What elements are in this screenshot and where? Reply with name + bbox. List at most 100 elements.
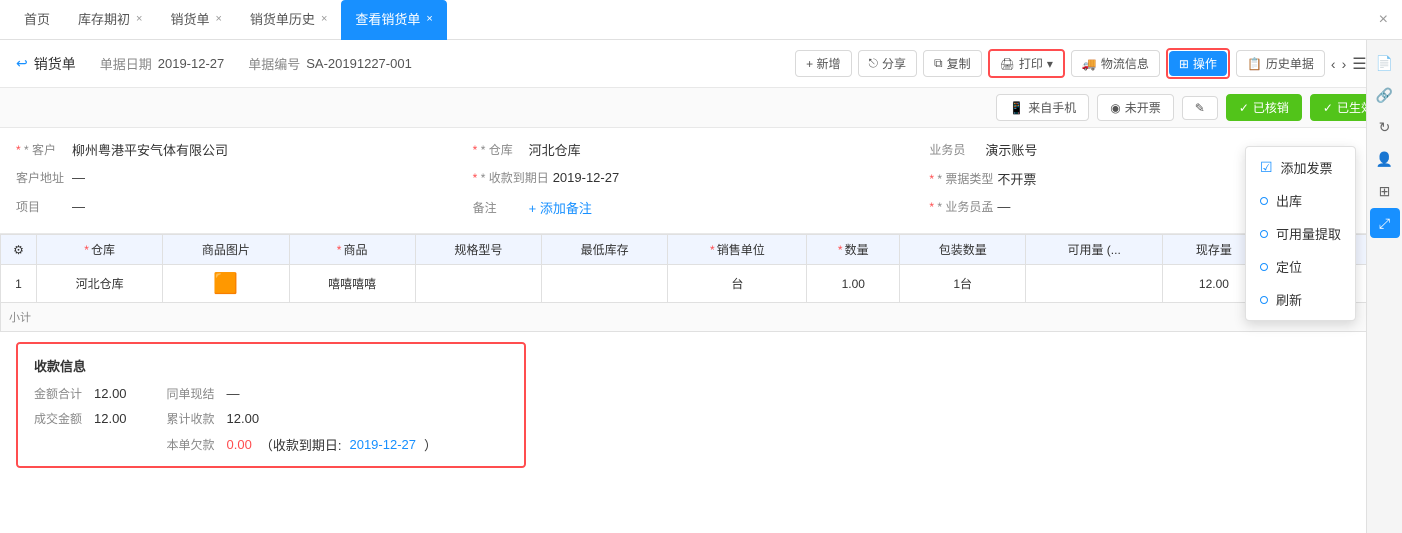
col-available: 可用量 (... xyxy=(1026,235,1163,265)
payment-overdue-row: 本单欠款 0.00 （收款到期日: 2019-12-27 ） xyxy=(167,435,437,454)
right-link-icon[interactable]: 🔗 xyxy=(1370,80,1400,110)
edit-icon-btn[interactable]: ✎ xyxy=(1182,96,1218,120)
from-phone-button[interactable]: 📱 来自手机 xyxy=(996,94,1089,121)
transaction-label: 成交金额 xyxy=(34,410,86,427)
dropdown-locate[interactable]: 定位 xyxy=(1246,250,1355,283)
cell-product: 嘻嘻嘻嘻 xyxy=(289,265,415,303)
tab-close-history[interactable]: × xyxy=(321,13,327,25)
new-button[interactable]: + 新增 xyxy=(795,50,851,77)
list-view-button[interactable]: ☰ xyxy=(1352,54,1366,74)
table-row: 1 河北仓库 🟧 嘻嘻嘻嘻 台 1.00 1台 12.00 0. xyxy=(1,265,1402,303)
due-date-label: * 收款到期日 xyxy=(473,169,549,186)
refresh-dot xyxy=(1260,296,1268,304)
window-close-button[interactable]: × xyxy=(1379,11,1388,29)
copy-icon: ⧉ xyxy=(934,56,943,71)
col-settings[interactable]: ⚙ xyxy=(1,235,37,265)
checked-button[interactable]: ✓ 已核销 xyxy=(1226,94,1302,121)
overdue-value: 0.00 xyxy=(227,437,252,452)
available-qty-dot xyxy=(1260,230,1268,238)
tab-view-sales[interactable]: 查看销货单 × xyxy=(341,0,446,40)
tab-close-inventory[interactable]: × xyxy=(136,13,142,25)
add-invoice-label: 添加发票 xyxy=(1281,158,1333,177)
overdue-end: ） xyxy=(424,435,437,454)
col-sales-unit: *销售单位 xyxy=(668,235,807,265)
cell-image: 🟧 xyxy=(163,265,289,303)
customer-value: 柳州粤港平安气体有限公司 xyxy=(72,140,473,159)
right-refresh-icon[interactable]: ↻ xyxy=(1370,112,1400,142)
warehouse-value: 河北仓库 xyxy=(529,140,930,159)
locate-label: 定位 xyxy=(1276,257,1302,276)
operate-icon: ⊞ xyxy=(1179,57,1189,71)
cell-pack-qty: 1台 xyxy=(900,265,1026,303)
history-button[interactable]: 📋 历史单据 xyxy=(1236,50,1325,77)
dropdown-refresh[interactable]: 刷新 xyxy=(1246,283,1355,316)
logistics-button[interactable]: 🚚 物流信息 xyxy=(1071,50,1160,77)
dropdown-available-qty[interactable]: 可用量提取 xyxy=(1246,217,1355,250)
col-pack-qty: 包装数量 xyxy=(900,235,1026,265)
check-icon: ✓ xyxy=(1239,101,1249,115)
history-icon: 📋 xyxy=(1247,57,1262,71)
sales-label: * 业务员孟 xyxy=(929,198,993,215)
print-dropdown-icon: ▾ xyxy=(1047,57,1053,71)
dropdown-add-invoice[interactable]: ☑ 添加发票 xyxy=(1246,151,1355,184)
right-user-icon[interactable]: 👤 xyxy=(1370,144,1400,174)
col-product-image: 商品图片 xyxy=(163,235,289,265)
date-label: 单据日期 xyxy=(100,54,152,73)
col-spec: 规格型号 xyxy=(415,235,541,265)
col-warehouse: *仓库 xyxy=(37,235,163,265)
customer-field: * 客户 柳州粤港平安气体有限公司 xyxy=(16,140,473,159)
dropdown-out-stock[interactable]: 出库 xyxy=(1246,184,1355,217)
col-product: *商品 xyxy=(289,235,415,265)
prev-button[interactable]: ‹ xyxy=(1331,56,1336,72)
print-icon: 🖨 xyxy=(1000,57,1015,71)
doc-no-field: 单据编号 SA-20191227-001 xyxy=(248,54,412,73)
right-doc-icon[interactable]: 📄 xyxy=(1370,48,1400,78)
cell-warehouse: 河北仓库 xyxy=(37,265,163,303)
payment-box: 收款信息 金额合计 12.00 成交金额 12.00 同单现结 — 累计收款 xyxy=(16,342,526,468)
out-stock-label: 出库 xyxy=(1276,191,1302,210)
effect-icon: ✓ xyxy=(1323,101,1333,115)
not-open-button[interactable]: ◉ 未开票 xyxy=(1097,94,1174,121)
col-min-stock: 最低库存 xyxy=(542,235,668,265)
payment-cumulative-row: 累计收款 12.00 xyxy=(167,410,437,427)
tab-close-view-sales[interactable]: × xyxy=(426,13,432,25)
share-button[interactable]: ⎋ 分享 xyxy=(858,50,918,77)
overdue-due-date: 2019-12-27 xyxy=(349,437,416,452)
project-label: 项目 xyxy=(16,198,68,215)
total-label: 金额合计 xyxy=(34,385,86,402)
tab-inventory-init[interactable]: 库存期初 × xyxy=(64,0,156,40)
total-value: 12.00 xyxy=(94,386,127,401)
right-expand-icon[interactable]: ⤢ xyxy=(1370,208,1400,238)
table-header-row: ⚙ *仓库 商品图片 *商品 规格型号 最低库存 *销售单位 *数量 包装数量 … xyxy=(1,235,1402,265)
payment-col-left: 金额合计 12.00 成交金额 12.00 xyxy=(34,385,127,454)
tab-home[interactable]: 首页 xyxy=(10,0,64,40)
subtotal-label: 小计 xyxy=(1,303,1402,332)
operate-box: ⊞ 操作 xyxy=(1166,48,1230,79)
right-grid-icon[interactable]: ⊞ xyxy=(1370,176,1400,206)
warehouse-label: * 仓库 xyxy=(473,141,525,158)
refresh-label: 刷新 xyxy=(1276,290,1302,309)
doc-date-field: 单据日期 2019-12-27 xyxy=(100,54,225,73)
tab-sales-history[interactable]: 销货单历史 × xyxy=(236,0,341,40)
tab-close-sales[interactable]: × xyxy=(215,13,221,25)
cumulative-value: 12.00 xyxy=(227,411,260,426)
subtotal-row: 小计 xyxy=(1,303,1402,332)
copy-button[interactable]: ⧉ 复制 xyxy=(923,50,982,77)
ticket-label: * 票据类型 xyxy=(929,170,993,187)
payment-same-settle-row: 同单现结 — xyxy=(167,385,437,402)
no-value: SA-20191227-001 xyxy=(306,56,412,71)
secondary-toolbar: 📱 来自手机 ◉ 未开票 ✎ ✓ 已核销 ✓ 已生效 xyxy=(0,88,1402,128)
operate-button[interactable]: ⊞ 操作 xyxy=(1169,51,1227,76)
add-remark-btn[interactable]: + 添加备注 xyxy=(529,198,930,217)
payment-col-right: 同单现结 — 累计收款 12.00 本单欠款 0.00 （收款到期日: 2019… xyxy=(167,385,437,454)
tab-sales-order[interactable]: 销货单 × xyxy=(156,0,235,40)
remark-label: 备注 xyxy=(473,199,525,216)
same-settle-label: 同单现结 xyxy=(167,385,219,402)
cumulative-label: 累计收款 xyxy=(167,410,219,427)
doc-header: ↩ 销货单 单据日期 2019-12-27 单据编号 SA-20191227-0… xyxy=(0,40,1402,88)
next-button[interactable]: › xyxy=(1342,56,1347,72)
print-button[interactable]: 🖨 打印 ▾ xyxy=(988,49,1065,78)
no-label: 单据编号 xyxy=(248,54,300,73)
address-field: 客户地址 — xyxy=(16,169,473,186)
form-row-1: * 客户 柳州粤港平安气体有限公司 * 仓库 河北仓库 业务员 演示账号 xyxy=(16,140,1386,159)
